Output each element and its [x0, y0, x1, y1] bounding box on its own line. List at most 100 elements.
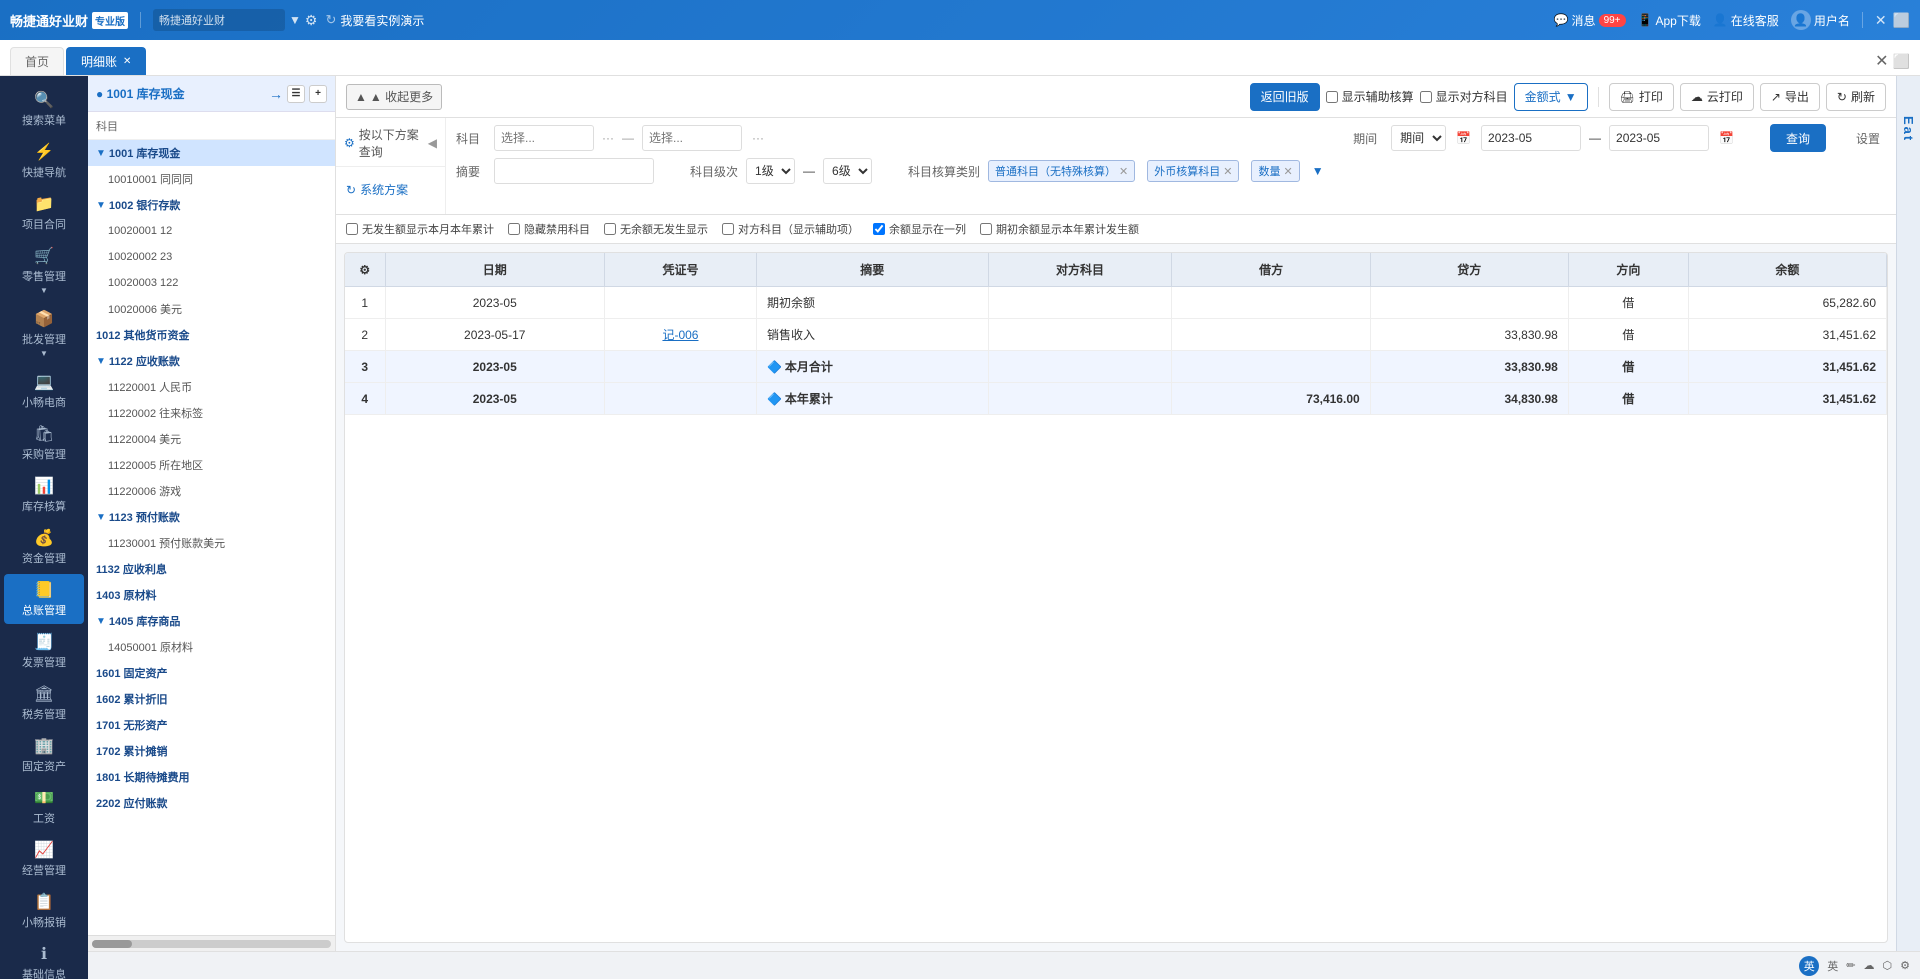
tree-nav-btn[interactable]: →	[269, 86, 283, 102]
tree-sort-btn[interactable]: ☰	[287, 85, 305, 103]
tree-item-11220002[interactable]: 11220002 往来标签	[88, 400, 335, 426]
sidebar-item-project[interactable]: 📁 项目合同	[4, 188, 84, 238]
tree-item-1123[interactable]: ▼1123 预付账款	[88, 504, 335, 530]
period-end-input[interactable]	[1609, 125, 1709, 151]
tree-horizontal-scrollbar[interactable]	[88, 935, 335, 951]
tree-item-1132[interactable]: 1132 应收利息	[88, 556, 335, 582]
th-settings[interactable]: ⚙	[345, 253, 385, 287]
show-aux-checkbox[interactable]	[1326, 91, 1338, 103]
tree-item-1405[interactable]: ▼1405 库存商品	[88, 608, 335, 634]
refresh-btn[interactable]: ↻ 刷新	[1826, 83, 1886, 111]
sidebar-item-wholesale[interactable]: 📦 批发管理 ▼	[4, 303, 84, 364]
tab-detail-close[interactable]: ✕	[123, 56, 131, 67]
title-dropdown-btn[interactable]: ▼	[289, 13, 301, 27]
period-start-input[interactable]	[1481, 125, 1581, 151]
tag-quantity-remove-btn[interactable]: ✕	[1283, 165, 1292, 178]
sidebar-item-basic[interactable]: ℹ 基础信息	[4, 938, 84, 979]
balance-col-checkbox[interactable]	[873, 223, 885, 235]
status-icon-cloud[interactable]: ☁	[1864, 959, 1875, 972]
tree-item-1002[interactable]: ▼1002 银行存款	[88, 192, 335, 218]
tree-item-11220006[interactable]: 11220006 游戏	[88, 478, 335, 504]
td-voucher[interactable]: 记-006	[605, 319, 757, 351]
cloud-print-btn[interactable]: ☁ 云打印	[1680, 83, 1754, 111]
show-contra-checkbox[interactable]	[1420, 91, 1432, 103]
tree-item-10020001[interactable]: 10020001 12	[88, 218, 335, 244]
tree-item-1801[interactable]: 1801 长期待摊费用	[88, 764, 335, 790]
status-icon-hex[interactable]: ⬡	[1883, 959, 1893, 972]
tab-home[interactable]: 首页	[10, 47, 64, 75]
tree-item-1403[interactable]: 1403 原材料	[88, 582, 335, 608]
no-balance2-checkbox[interactable]	[604, 223, 616, 235]
no-balance-checkbox[interactable]	[346, 223, 358, 235]
period-type-select[interactable]: 期间	[1391, 125, 1446, 151]
demo-link[interactable]: ↻ 我要看实例演示	[325, 12, 424, 29]
subject-end-input[interactable]	[642, 125, 742, 151]
tree-item-1601[interactable]: 1601 固定资产	[88, 660, 335, 686]
gear-icon[interactable]: ⚙	[305, 12, 318, 29]
subject-more-btn[interactable]: ···	[602, 131, 614, 145]
sidebar-item-assets[interactable]: 🏢 固定资产	[4, 730, 84, 780]
voucher-link[interactable]: 记-006	[662, 328, 698, 342]
lang-btn[interactable]: 英	[1799, 956, 1819, 976]
tag-normal-remove-btn[interactable]: ✕	[1119, 165, 1128, 178]
user-btn[interactable]: 👤 用户名	[1791, 10, 1850, 30]
tree-item-1122[interactable]: ▼1122 应收账款	[88, 348, 335, 374]
tag-foreign-remove-btn[interactable]: ✕	[1223, 165, 1232, 178]
sidebar-item-inventory[interactable]: 📊 库存核算	[4, 470, 84, 520]
sidebar-item-sales-report[interactable]: 📋 小畅报销	[4, 886, 84, 936]
query-btn[interactable]: 查询	[1770, 124, 1826, 152]
online-service-btn[interactable]: 👤 在线客服	[1713, 12, 1779, 29]
tree-item-11230001[interactable]: 11230001 预付账款美元	[88, 530, 335, 556]
level-start-select[interactable]: 1级2级3级	[746, 158, 795, 184]
level-end-select[interactable]: 6级1级2级	[823, 158, 872, 184]
collapse-filter-btn[interactable]: ▲ ▲ 收起更多	[346, 84, 442, 110]
opening-checkbox[interactable]	[980, 223, 992, 235]
sidebar-item-payroll[interactable]: 💵 工资	[4, 782, 84, 832]
tree-item-11220001[interactable]: 11220001 人民币	[88, 374, 335, 400]
tab-close-all-btn[interactable]: ✕	[1875, 51, 1888, 71]
tree-item-10020006[interactable]: 10020006 美元	[88, 296, 335, 322]
window-close-btn[interactable]: ✕	[1875, 12, 1887, 29]
tree-item-1001[interactable]: ▼1001 库存现金	[88, 140, 335, 166]
sidebar-item-retail[interactable]: 🛒 零售管理 ▼	[4, 240, 84, 301]
tree-item-1701[interactable]: 1701 无形资产	[88, 712, 335, 738]
sidebar-item-purchase[interactable]: 🛍 采购管理	[4, 418, 84, 468]
contra-checkbox[interactable]	[722, 223, 734, 235]
settings-text-btn[interactable]: 设置	[1850, 126, 1886, 151]
status-icon-edit[interactable]: ✏	[1846, 959, 1855, 972]
account-tree-body[interactable]: 科目 ▼1001 库存现金 10010001 同同同 ▼1002 银行存款 10…	[88, 112, 335, 935]
tree-add-btn[interactable]: +	[309, 85, 327, 103]
subject-input[interactable]	[494, 125, 594, 151]
subject-end-more-btn[interactable]: ···	[752, 131, 764, 145]
tree-item-10010001[interactable]: 10010001 同同同	[88, 166, 335, 192]
sidebar-item-operations[interactable]: 📈 经营管理	[4, 834, 84, 884]
system-plan-item[interactable]: ↻ 系统方案	[336, 173, 445, 206]
export-btn[interactable]: ↗ 导出	[1760, 83, 1820, 111]
amount-format-btn[interactable]: 金额式 ▼	[1514, 83, 1588, 111]
sidebar-item-ecommerce[interactable]: 💻 小畅电商	[4, 366, 84, 416]
tree-item-11220005[interactable]: 11220005 所在地区	[88, 452, 335, 478]
sidebar-item-general[interactable]: 📒 总账管理	[4, 574, 84, 624]
tree-item-1602[interactable]: 1602 累计折旧	[88, 686, 335, 712]
app-download-btn[interactable]: 📱 App下载	[1638, 12, 1701, 29]
collapse-arrow-icon[interactable]: ◀	[428, 136, 437, 150]
tab-detail[interactable]: 明细账 ✕	[66, 47, 146, 75]
return-old-btn[interactable]: 返回旧版	[1250, 83, 1320, 111]
hide-disabled-checkbox[interactable]	[508, 223, 520, 235]
tree-item-2202[interactable]: 2202 应付账款	[88, 790, 335, 816]
tree-scroll-track[interactable]	[92, 940, 331, 948]
sidebar-item-search[interactable]: 🔍 搜索菜单	[4, 84, 84, 134]
window-expand-btn[interactable]: ⬜	[1893, 12, 1910, 29]
tree-item-1012[interactable]: 1012 其他货币资金	[88, 322, 335, 348]
print-btn[interactable]: 🖨 打印	[1609, 83, 1674, 111]
sidebar-item-quicknav[interactable]: ⚡ 快捷导航	[4, 136, 84, 186]
tree-item-10020003[interactable]: 10020003 122	[88, 270, 335, 296]
message-btn[interactable]: 💬 消息 99+	[1554, 12, 1626, 29]
tree-item-10020002[interactable]: 10020002 23	[88, 244, 335, 270]
tab-expand-btn[interactable]: ⬜	[1893, 53, 1910, 70]
sidebar-item-capital[interactable]: 💰 资金管理	[4, 522, 84, 572]
right-side-panel[interactable]: Eat	[1896, 76, 1920, 951]
title-input[interactable]: 畅捷通好业财	[153, 9, 285, 31]
category-dropdown-icon[interactable]: ▼	[1312, 164, 1324, 178]
tree-scroll-thumb[interactable]	[92, 940, 132, 948]
